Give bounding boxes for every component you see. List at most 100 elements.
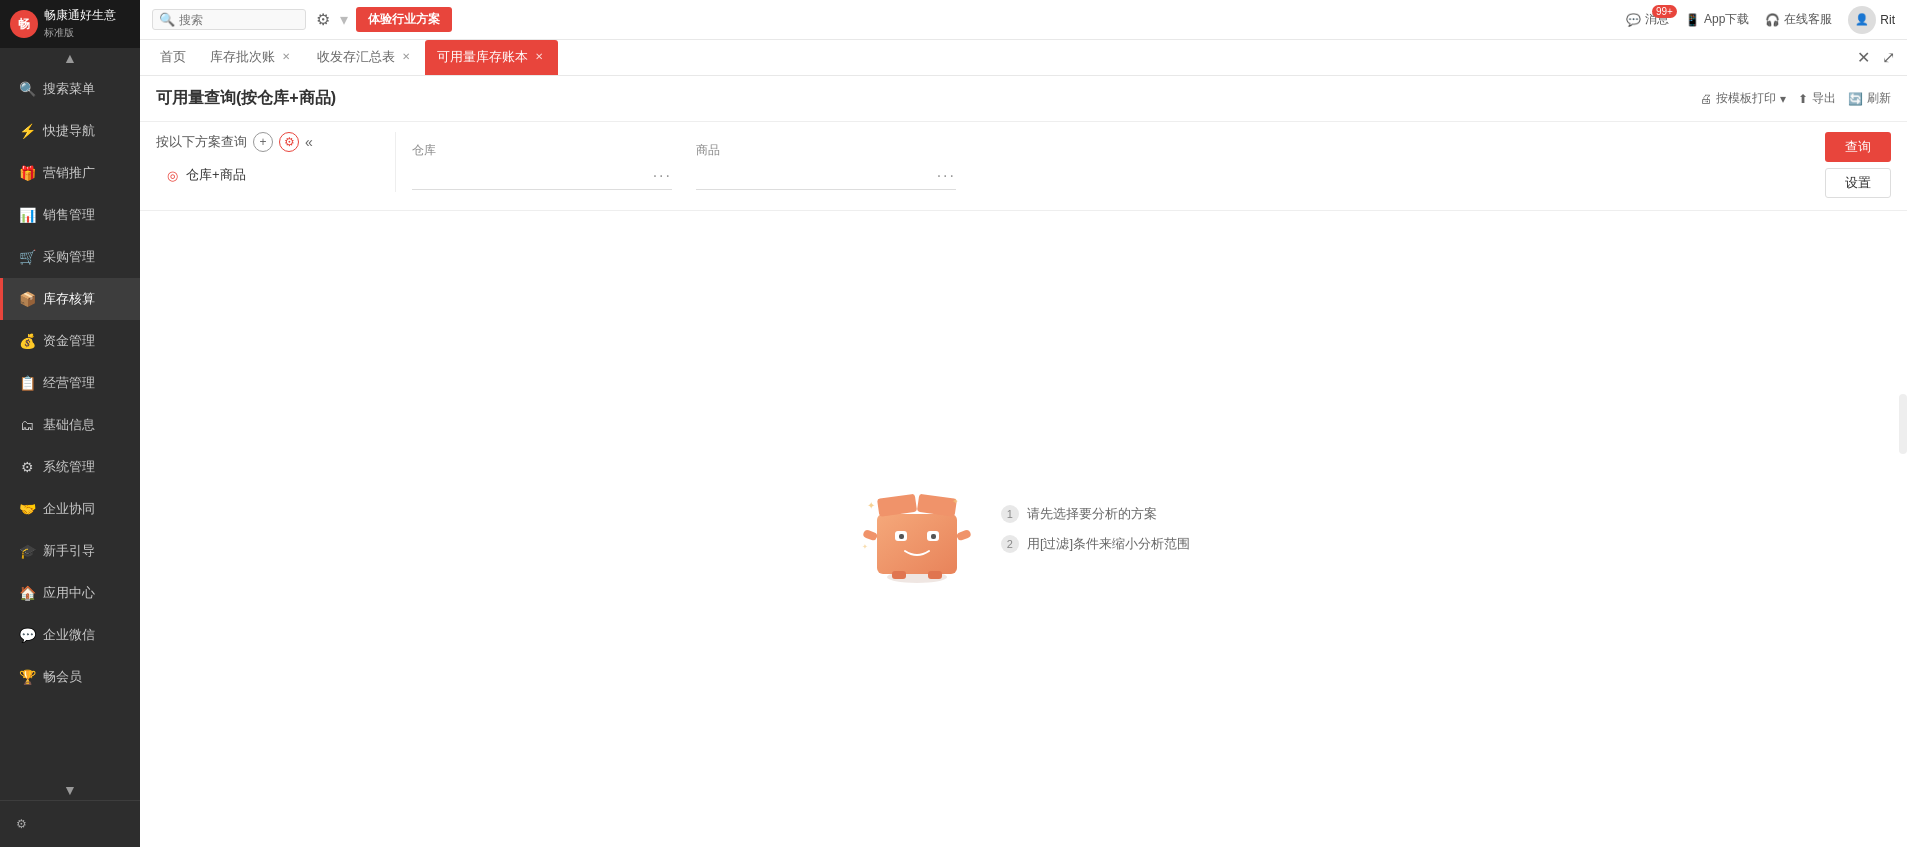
query-button[interactable]: 查询: [1825, 132, 1891, 162]
online-service-button[interactable]: 🎧 在线客服: [1765, 11, 1832, 28]
wechat-icon: 💬: [19, 627, 35, 643]
filter-warehouse-input[interactable]: ···: [412, 163, 672, 190]
scheme-icon: ◎: [164, 167, 180, 183]
collapse-filter-button[interactable]: «: [305, 134, 313, 150]
tab-available-inventory-label: 可用量库存账本: [437, 48, 528, 66]
main-area: 🔍 ⚙ ▾ 体验行业方案 💬 消息 99+ 📱 App下载 🎧 在线客服 👤 R: [140, 0, 1907, 847]
sidebar-logo: 畅: [10, 10, 38, 38]
sidebar-item-shortcut[interactable]: ⚡ 快捷导航: [0, 110, 140, 152]
sidebar-item-finance[interactable]: 💰 资金管理: [0, 320, 140, 362]
tabs-actions: ✕ ⤢: [1853, 46, 1899, 69]
tab-available-inventory-close[interactable]: ✕: [532, 50, 546, 64]
sidebar-item-cooperation[interactable]: 🤝 企业协同: [0, 488, 140, 530]
avatar: 👤: [1848, 6, 1876, 34]
set-button[interactable]: 设置: [1825, 168, 1891, 198]
sidebar-footer-settings[interactable]: ⚙: [0, 809, 140, 839]
operation-icon: 📋: [19, 375, 35, 391]
tabs-bar: 首页 库存批次账 ✕ 收发存汇总表 ✕ 可用量库存账本 ✕ ✕ ⤢: [140, 40, 1907, 76]
sidebar-item-sales[interactable]: 📊 销售管理: [0, 194, 140, 236]
sidebar-item-label: 企业协同: [43, 500, 95, 518]
sidebar-item-label: 营销推广: [43, 164, 95, 182]
tab-available-inventory[interactable]: 可用量库存账本 ✕: [425, 40, 558, 75]
sidebar-item-system[interactable]: ⚙ 系统管理: [0, 446, 140, 488]
export-label: 导出: [1812, 90, 1836, 107]
tab-home[interactable]: 首页: [148, 40, 198, 75]
scheme-label: 仓库+商品: [186, 166, 246, 184]
filter-goods-label: 商品: [696, 142, 956, 159]
export-icon: ⬆: [1798, 92, 1808, 106]
tip-number-1: 1: [1001, 505, 1019, 523]
sidebar-scroll-up[interactable]: ▲: [0, 48, 140, 68]
tab-home-label: 首页: [160, 48, 186, 66]
sidebar-item-label: 资金管理: [43, 332, 95, 350]
filter-fields: 仓库 ··· 商品 ··· 查询 设置: [396, 132, 1891, 200]
sidebar-footer: ⚙: [0, 800, 140, 847]
search-icon: 🔍: [159, 12, 175, 27]
export-button[interactable]: ⬆ 导出: [1798, 90, 1836, 107]
sidebar-item-operation[interactable]: 📋 经营管理: [0, 362, 140, 404]
gear-button[interactable]: ⚙: [314, 8, 332, 31]
topbar-search-box[interactable]: 🔍: [152, 9, 306, 30]
filter-warehouse-more[interactable]: ···: [653, 167, 672, 185]
scroll-hint: [1899, 394, 1907, 454]
sidebar-item-inventory[interactable]: 📦 库存核算: [0, 278, 140, 320]
filter-scheme-title: 按以下方案查询: [156, 133, 247, 151]
filter-goods-more[interactable]: ···: [937, 167, 956, 185]
page-actions: 🖨 按模板打印 ▾ ⬆ 导出 🔄 刷新: [1700, 90, 1891, 107]
member-icon: 🏆: [19, 669, 35, 685]
svg-rect-2: [877, 494, 917, 517]
sidebar-item-label: 基础信息: [43, 416, 95, 434]
tab-collect-summary-close[interactable]: ✕: [399, 50, 413, 64]
message-button[interactable]: 💬 消息 99+: [1626, 11, 1669, 28]
filter-warehouse-group: 仓库 ···: [412, 142, 672, 190]
tip-text-2: 用[过滤]条件来缩小分析范围: [1027, 535, 1190, 553]
sidebar-item-purchase[interactable]: 🛒 采购管理: [0, 236, 140, 278]
tab-batch-account-close[interactable]: ✕: [279, 50, 293, 64]
print-button[interactable]: 🖨 按模板打印 ▾: [1700, 90, 1786, 107]
trial-industry-button[interactable]: 体验行业方案: [356, 7, 452, 32]
app-download-button[interactable]: 📱 App下载: [1685, 11, 1749, 28]
sidebar-scroll-down[interactable]: ▼: [0, 780, 140, 800]
finance-icon: 💰: [19, 333, 35, 349]
filter-panel: 按以下方案查询 + ⚙ « ◎ 仓库+商品 仓库 ···: [140, 122, 1907, 211]
empty-tips: 1 请先选择要分析的方案 2 用[过滤]条件来缩小分析范围: [1001, 505, 1190, 553]
user-profile[interactable]: 👤 Rit: [1848, 6, 1895, 34]
sidebar-item-member[interactable]: 🏆 畅会员: [0, 656, 140, 698]
tab-close-window-button[interactable]: ✕: [1853, 46, 1874, 69]
sidebar-item-label: 快捷导航: [43, 122, 95, 140]
sidebar-item-label: 搜索菜单: [43, 80, 95, 98]
sidebar-brand-version: 标准版: [44, 26, 116, 40]
filter-buttons: 查询 设置: [1825, 132, 1891, 200]
refresh-button[interactable]: 🔄 刷新: [1848, 90, 1891, 107]
sidebar-item-label: 企业微信: [43, 626, 95, 644]
settings-scheme-button[interactable]: ⚙: [279, 132, 299, 152]
tab-expand-button[interactable]: ⤢: [1878, 46, 1899, 69]
sidebar-item-basic[interactable]: 🗂 基础信息: [0, 404, 140, 446]
empty-box-icon: ✦ ✦ ✦: [857, 469, 977, 589]
username-label: Rit: [1880, 13, 1895, 27]
newbie-icon: 🎓: [19, 543, 35, 559]
tab-batch-account[interactable]: 库存批次账 ✕: [198, 40, 305, 75]
sidebar-brand-name: 畅康通好生意: [44, 8, 116, 24]
sidebar-item-wechat[interactable]: 💬 企业微信: [0, 614, 140, 656]
search-input[interactable]: [179, 13, 299, 27]
inventory-icon: 📦: [19, 291, 35, 307]
sidebar-item-apps[interactable]: 🏠 应用中心: [0, 572, 140, 614]
scheme-warehouse-goods[interactable]: ◎ 仓库+商品: [156, 162, 383, 188]
svg-rect-11: [956, 529, 972, 541]
sidebar-item-search[interactable]: 🔍 搜索菜单: [0, 68, 140, 110]
sidebar-item-label: 采购管理: [43, 248, 95, 266]
filter-goods-input[interactable]: ···: [696, 163, 956, 190]
sidebar-header: 畅 畅康通好生意 标准版: [0, 0, 140, 48]
svg-rect-8: [892, 571, 906, 579]
add-scheme-button[interactable]: +: [253, 132, 273, 152]
shortcut-icon: ⚡: [19, 123, 35, 139]
svg-text:✦: ✦: [862, 543, 868, 550]
sidebar-item-newbie[interactable]: 🎓 新手引导: [0, 530, 140, 572]
content-area: 按以下方案查询 + ⚙ « ◎ 仓库+商品 仓库 ···: [140, 122, 1907, 847]
marketing-icon: 🎁: [19, 165, 35, 181]
tab-collect-summary[interactable]: 收发存汇总表 ✕: [305, 40, 425, 75]
empty-tip-1: 1 请先选择要分析的方案: [1001, 505, 1190, 523]
search-icon: 🔍: [19, 81, 35, 97]
sidebar-item-marketing[interactable]: 🎁 营销推广: [0, 152, 140, 194]
